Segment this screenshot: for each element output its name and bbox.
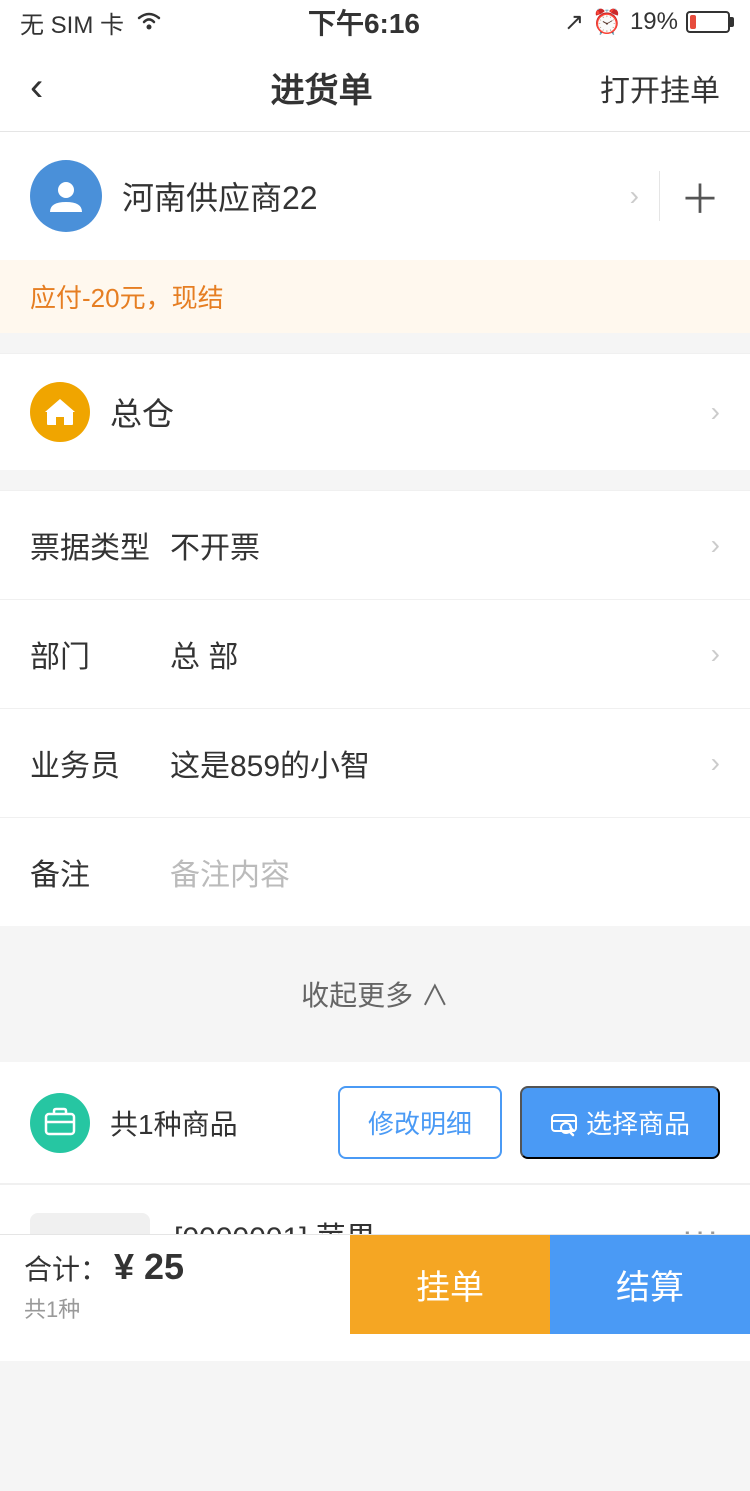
- invoice-type-row[interactable]: 票据类型 不开票 ›: [0, 490, 750, 599]
- remark-label: 备注: [30, 850, 170, 894]
- suspend-label: 挂单: [416, 1260, 484, 1309]
- department-row[interactable]: 部门 总 部 ›: [0, 599, 750, 708]
- salesperson-label: 业务员: [30, 741, 170, 785]
- info-text: 应付-20元，现结: [30, 283, 224, 313]
- salesperson-chevron-icon: ›: [711, 747, 720, 779]
- total-label: 合计：: [24, 1248, 108, 1288]
- collapse-button[interactable]: 收起更多 ∧: [0, 946, 750, 1042]
- supplier-section: 河南供应商22 › ＋ 应付-20元，现结: [0, 132, 750, 333]
- department-label: 部门: [30, 632, 170, 676]
- supplier-row[interactable]: 河南供应商22 › ＋: [0, 132, 750, 260]
- collapse-label: 收起更多 ∧: [301, 980, 449, 1011]
- page-title: 进货单: [271, 63, 373, 112]
- back-button[interactable]: ‹: [30, 65, 43, 110]
- status-bar: 无 SIM 卡 下午6:16 ↗ ⏰ 19%: [0, 0, 750, 44]
- nav-bar: ‹ 进货单 打开挂单: [0, 44, 750, 132]
- department-value: 总 部: [170, 632, 711, 676]
- supplier-avatar: [30, 160, 102, 232]
- footer-total: 合计： ¥ 25 共1种: [0, 1235, 350, 1334]
- warehouse-icon: [30, 382, 90, 442]
- supplier-name: 河南供应商22: [122, 173, 630, 219]
- warehouse-section: 总仓 ›: [0, 353, 750, 470]
- status-left: 无 SIM 卡: [20, 5, 164, 40]
- remark-row[interactable]: 备注 备注内容: [0, 817, 750, 926]
- wifi-icon: [134, 8, 164, 37]
- warehouse-row[interactable]: 总仓 ›: [0, 353, 750, 470]
- select-product-label: 选择商品: [586, 1104, 690, 1141]
- status-time: 下午6:16: [308, 2, 420, 42]
- status-right: ↗ ⏰ 19%: [564, 8, 730, 37]
- remark-value: 备注内容: [170, 850, 720, 894]
- checkout-button[interactable]: 结算: [550, 1235, 750, 1334]
- divider: [659, 171, 660, 221]
- total-count: 共1种: [24, 1292, 326, 1324]
- checkout-label: 结算: [616, 1260, 684, 1309]
- department-chevron-icon: ›: [711, 638, 720, 670]
- invoice-type-label: 票据类型: [30, 523, 170, 567]
- open-suspend-button[interactable]: 打开挂单: [600, 66, 720, 110]
- invoice-type-value: 不开票: [170, 523, 711, 567]
- products-header: 共1种商品 修改明细 选择商品: [0, 1062, 750, 1184]
- salesperson-row[interactable]: 业务员 这是859的小智 ›: [0, 708, 750, 817]
- total-amount: ¥ 25: [114, 1246, 184, 1288]
- carrier-label: 无 SIM 卡: [20, 5, 124, 40]
- supplier-chevron-icon: ›: [630, 180, 639, 212]
- products-count: 共1种商品: [110, 1103, 338, 1143]
- products-icon: [30, 1093, 90, 1153]
- battery-icon: [686, 11, 730, 33]
- battery-percent: 19%: [630, 8, 678, 36]
- location-icon: ↗: [564, 8, 584, 37]
- edit-detail-button[interactable]: 修改明细: [338, 1086, 502, 1159]
- alarm-icon: ⏰: [592, 8, 622, 37]
- warehouse-chevron-icon: ›: [711, 396, 720, 428]
- form-section: 票据类型 不开票 › 部门 总 部 › 业务员 这是859的小智 › 备注 备注…: [0, 490, 750, 926]
- info-banner: 应付-20元，现结: [0, 260, 750, 333]
- invoice-chevron-icon: ›: [711, 529, 720, 561]
- footer-bar: 合计： ¥ 25 共1种 挂单 结算: [0, 1234, 750, 1334]
- suspend-button[interactable]: 挂单: [350, 1235, 550, 1334]
- warehouse-name: 总仓: [110, 389, 711, 435]
- select-product-button[interactable]: 选择商品: [520, 1086, 720, 1159]
- salesperson-value: 这是859的小智: [170, 741, 711, 785]
- add-supplier-button[interactable]: ＋: [680, 167, 720, 225]
